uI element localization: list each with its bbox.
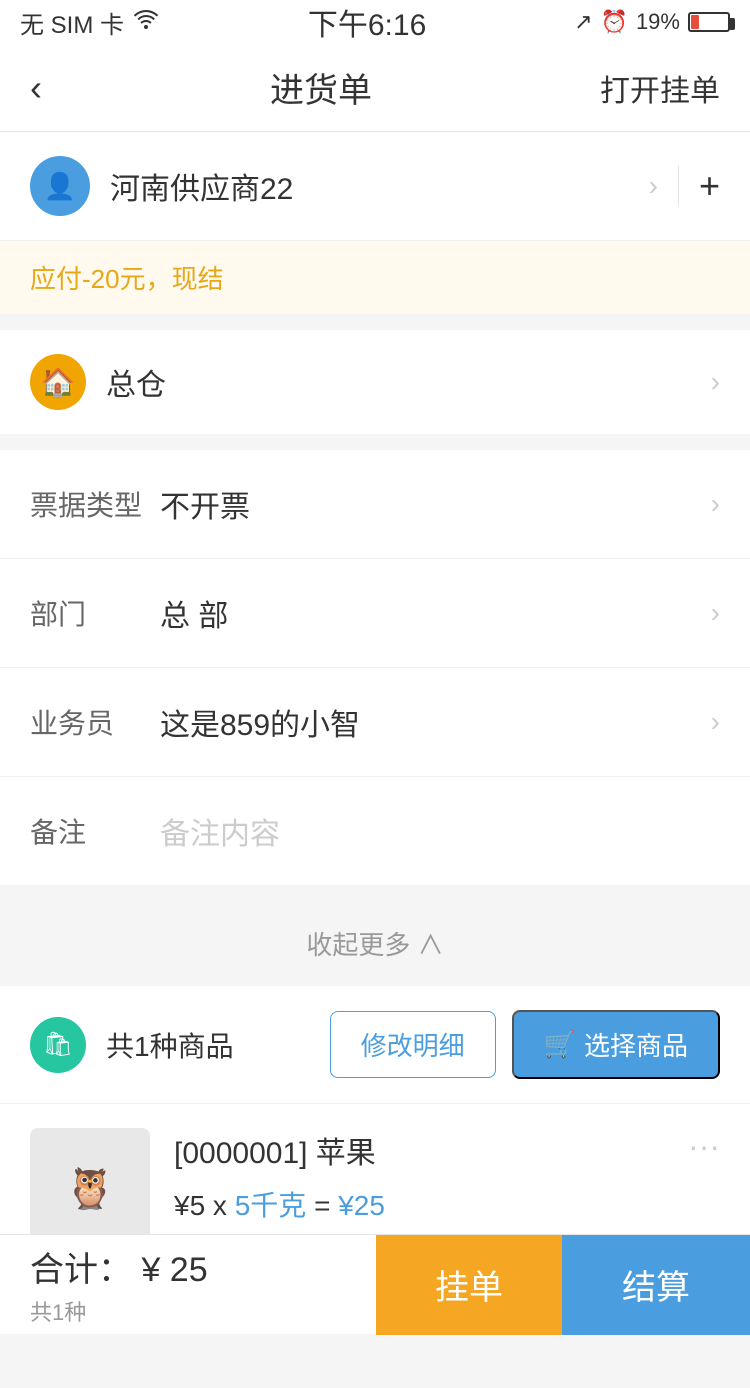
battery-percent: 19% [636, 9, 680, 35]
supplier-name: 河南供应商22 [110, 164, 649, 208]
warehouse-icon: 🏠 [30, 354, 86, 410]
remark-row[interactable]: 备注 备注内容 [0, 777, 750, 885]
page-title: 进货单 [270, 63, 372, 112]
quantity: 5千克 [235, 1190, 307, 1221]
product-section: 🛍 共1种商品 修改明细 🛒 选择商品 🦉 [0000001] 苹果 ¥5 x [0, 986, 750, 1272]
house-icon: 🏠 [41, 366, 76, 399]
ticket-type-row[interactable]: 票据类型 不开票 › [0, 450, 750, 559]
location-icon: ↗ [574, 9, 592, 35]
salesperson-row[interactable]: 业务员 这是859的小智 › [0, 668, 750, 777]
product-header-icon: 🛍 [30, 1017, 86, 1073]
salesperson-chevron-icon: › [711, 706, 720, 738]
product-count: 共1种商品 [106, 1025, 330, 1065]
total-count: 共1种 [30, 1295, 346, 1327]
product-info: [0000001] 苹果 ¥5 x 5千克 = ¥25 [174, 1128, 688, 1224]
supplier-chevron-icon: › [649, 170, 658, 202]
warehouse-chevron-icon: › [711, 366, 720, 398]
warehouse-row[interactable]: 🏠 总仓 › [0, 330, 750, 434]
remark-label: 备注 [30, 811, 160, 851]
product-name: [0000001] 苹果 [174, 1128, 688, 1172]
product-id: [0000001] [174, 1137, 316, 1170]
product-price: ¥5 x 5千克 = ¥25 [174, 1184, 688, 1224]
add-button[interactable]: + [699, 165, 720, 207]
warehouse-name: 总仓 [106, 360, 711, 404]
department-chevron-icon: › [711, 597, 720, 629]
salesperson-value: 这是859的小智 [160, 700, 711, 744]
department-value: 总 部 [160, 591, 711, 635]
ticket-type-value: 不开票 [160, 482, 711, 526]
total-section: 合计： ¥ 25 共1种 [0, 1242, 376, 1327]
form-section: 票据类型 不开票 › 部门 总 部 › 业务员 这是859的小智 › 备注 备注… [0, 450, 750, 885]
notice-bar: 应付-20元，现结 [0, 241, 750, 314]
total-price: ¥25 [338, 1190, 385, 1221]
supplier-row[interactable]: 👤 河南供应商22 › + [0, 132, 750, 241]
status-bar: 无 SIM 卡 下午6:16 ↗ ⏰ 19% [0, 0, 750, 44]
select-product-button[interactable]: 🛒 选择商品 [512, 1010, 720, 1079]
nav-bar: ‹ 进货单 打开挂单 [0, 44, 750, 132]
hang-order-button[interactable]: 挂单 [376, 1235, 562, 1335]
carrier-text: 无 SIM 卡 [20, 5, 124, 40]
avatar-icon: 👤 [44, 171, 76, 202]
ticket-type-label: 票据类型 [30, 484, 160, 524]
supplier-avatar: 👤 [30, 156, 90, 216]
product-thumbnail: 🦉 [30, 1128, 150, 1248]
department-row[interactable]: 部门 总 部 › [0, 559, 750, 668]
department-label: 部门 [30, 593, 160, 633]
collapse-label: 收起更多 ∧ [306, 930, 443, 960]
warehouse-section: 🏠 总仓 › [0, 330, 750, 434]
bottom-bar: 合计： ¥ 25 共1种 挂单 结算 [0, 1234, 750, 1334]
total-amount: 合计： ¥ 25 [30, 1242, 346, 1291]
collapse-bar[interactable]: 收起更多 ∧ [0, 901, 750, 986]
edit-detail-button[interactable]: 修改明细 [330, 1011, 496, 1078]
settle-button[interactable]: 结算 [562, 1235, 750, 1335]
cart-icon: 🛍 [43, 1030, 73, 1059]
ticket-chevron-icon: › [711, 488, 720, 520]
main-content: 👤 河南供应商22 › + 应付-20元，现结 🏠 总仓 › 票据类型 不开票 … [0, 132, 750, 1272]
status-carrier: 无 SIM 卡 [20, 5, 160, 40]
unit-price: ¥5 x [174, 1190, 235, 1221]
status-indicators: ↗ ⏰ 19% [574, 9, 730, 35]
product-header: 🛍 共1种商品 修改明细 🛒 选择商品 [0, 986, 750, 1104]
total-value: ¥ 25 [141, 1251, 207, 1289]
salesperson-label: 业务员 [30, 702, 160, 742]
status-time: 下午6:16 [308, 0, 426, 44]
open-hang-button[interactable]: 打开挂单 [600, 66, 720, 110]
alarm-icon: ⏰ [601, 9, 628, 35]
total-label: 合计： [30, 1251, 132, 1289]
back-button[interactable]: ‹ [30, 67, 42, 109]
remark-input[interactable]: 备注内容 [160, 809, 720, 853]
product-placeholder-icon: 🦉 [65, 1165, 115, 1212]
divider [678, 166, 679, 206]
select-cart-icon: 🛒 [544, 1029, 576, 1060]
wifi-icon [132, 8, 160, 36]
select-product-label: 选择商品 [584, 1026, 688, 1063]
battery-icon [688, 12, 730, 32]
product-menu-button[interactable]: ··· [688, 1128, 720, 1165]
notice-text: 应付-20元，现结 [30, 264, 224, 294]
equals: = [314, 1190, 338, 1221]
supplier-section: 👤 河南供应商22 › + 应付-20元，现结 [0, 132, 750, 314]
product-title: 苹果 [316, 1137, 376, 1170]
